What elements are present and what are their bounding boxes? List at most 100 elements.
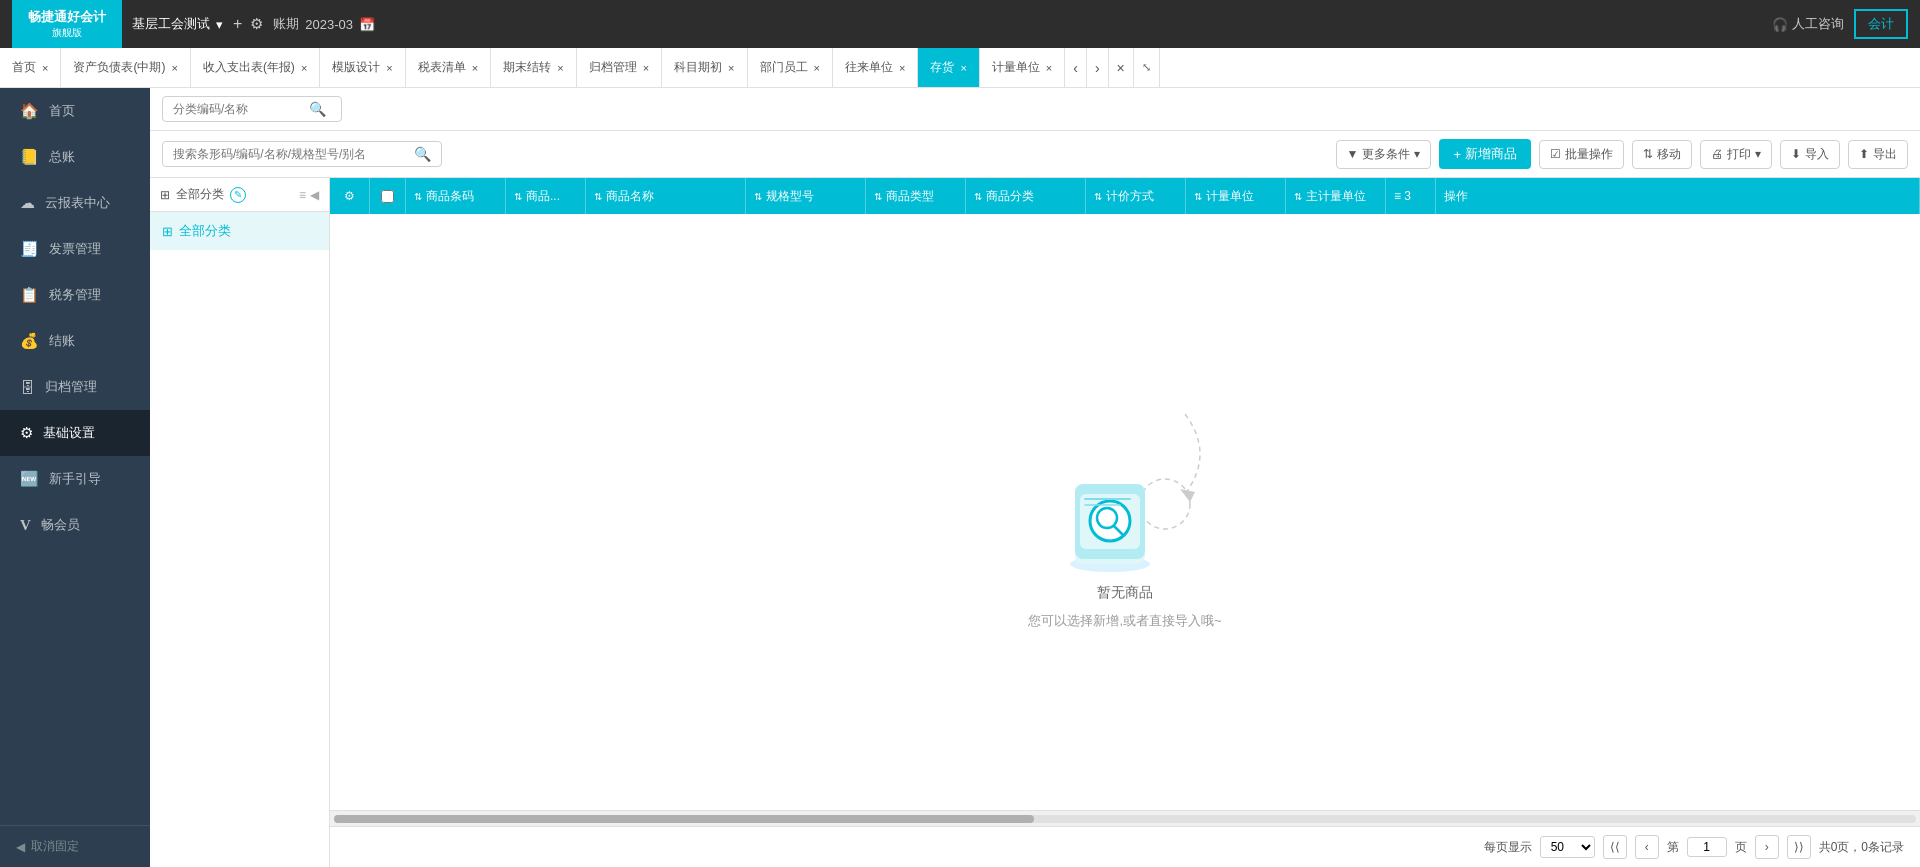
category-search-input[interactable]	[173, 102, 303, 116]
product-search-input[interactable]	[173, 147, 408, 161]
tab-close-icon[interactable]: ×	[171, 62, 177, 74]
tab-balance-sheet[interactable]: 资产负债表(中期) ×	[61, 48, 190, 88]
filter-icon: ▼	[1347, 147, 1359, 161]
th-price-method[interactable]: ⇅ 计价方式	[1086, 178, 1186, 214]
logo: 畅捷通好会计 旗舰版	[12, 0, 122, 48]
th-unit[interactable]: ⇅ 计量单位	[1186, 178, 1286, 214]
tab-close-icon[interactable]: ×	[42, 62, 48, 74]
tab-scroll-left[interactable]: ‹	[1065, 48, 1087, 88]
tab-taxform[interactable]: 税表清单 ×	[406, 48, 491, 88]
tab-scroll-right[interactable]: ›	[1087, 48, 1109, 88]
project-selector[interactable]: 基层工会测试 ▾	[132, 15, 223, 33]
th-category[interactable]: ⇅ 商品分类	[966, 178, 1086, 214]
tab-subject-init[interactable]: 科目期初 ×	[662, 48, 747, 88]
th-main-unit[interactable]: ⇅ 主计量单位	[1286, 178, 1386, 214]
th-settings[interactable]: ⚙	[330, 178, 370, 214]
sidebar-collapse[interactable]: ◀ 取消固定	[0, 825, 150, 867]
batch-ops-button[interactable]: ☑ 批量操作	[1539, 140, 1624, 169]
sidebar-item-home[interactable]: 🏠 首页	[0, 88, 150, 134]
tab-template[interactable]: 模版设计 ×	[320, 48, 405, 88]
tab-close-icon[interactable]: ×	[557, 62, 563, 74]
sidebar-item-basic[interactable]: ⚙ 基础设置	[0, 410, 150, 456]
tab-close-icon[interactable]: ×	[301, 62, 307, 74]
expand-icon[interactable]: ≡	[299, 188, 306, 202]
sidebar-item-ledger[interactable]: 📒 总账	[0, 134, 150, 180]
sidebar-item-member[interactable]: V 畅会员	[0, 502, 150, 548]
sidebar-label: 新手引导	[49, 470, 101, 488]
category-search-box[interactable]: 🔍	[162, 96, 342, 122]
tab-inventory[interactable]: 存货 ×	[918, 48, 979, 88]
sidebar-item-invoice[interactable]: 🧾 发票管理	[0, 226, 150, 272]
move-button[interactable]: ⇅ 移动	[1632, 140, 1692, 169]
project-name: 基层工会测试	[132, 15, 210, 33]
chevron-down-icon: ▾	[1755, 147, 1761, 161]
tab-close-icon[interactable]: ×	[960, 62, 966, 74]
export-label: 导出	[1873, 146, 1897, 163]
tab-home[interactable]: 首页 ×	[0, 48, 61, 88]
tab-unit[interactable]: 计量单位 ×	[980, 48, 1065, 88]
horizontal-scrollbar[interactable]	[330, 810, 1920, 826]
sidebar-item-guide[interactable]: 🆕 新手引导	[0, 456, 150, 502]
import-button[interactable]: ⬇ 导入	[1780, 140, 1840, 169]
tab-close-icon[interactable]: ×	[1046, 62, 1052, 74]
sidebar-item-tax[interactable]: 📋 税务管理	[0, 272, 150, 318]
export-button[interactable]: ⬆ 导出	[1848, 140, 1908, 169]
empty-state: 暂无商品 您可以选择新增,或者直接导入哦~	[330, 214, 1920, 810]
consult-button[interactable]: 🎧 人工咨询	[1772, 15, 1844, 33]
add-tab-button[interactable]: +	[233, 15, 242, 33]
grid-icon: ⊞	[160, 188, 170, 202]
search-icon: 🔍	[309, 101, 326, 117]
tab-contacts[interactable]: 往来单位 ×	[833, 48, 918, 88]
tab-close-icon[interactable]: ×	[899, 62, 905, 74]
settings-icon[interactable]: ⚙	[250, 15, 263, 33]
tab-archive[interactable]: 归档管理 ×	[577, 48, 662, 88]
scrollbar-track[interactable]	[334, 815, 1916, 823]
account-button[interactable]: 会计	[1854, 9, 1908, 39]
scrollbar-thumb[interactable]	[334, 815, 1034, 823]
tab-department[interactable]: 部门员工 ×	[748, 48, 833, 88]
tab-close-icon[interactable]: ×	[643, 62, 649, 74]
next-page-button[interactable]: ›	[1755, 835, 1779, 859]
prev-page-button[interactable]: ‹	[1635, 835, 1659, 859]
move-label: 移动	[1657, 146, 1681, 163]
select-all-checkbox[interactable]	[381, 190, 394, 203]
tab-expand[interactable]: ⤡	[1134, 48, 1160, 88]
tab-close-all[interactable]: ×	[1109, 48, 1134, 88]
last-page-button[interactable]: ⟩⟩	[1787, 835, 1811, 859]
sidebar-item-reports[interactable]: ☁ 云报表中心	[0, 180, 150, 226]
edit-icon[interactable]: ✎	[230, 187, 246, 203]
tab-period-transfer[interactable]: 期末结转 ×	[491, 48, 576, 88]
page-number-input[interactable]	[1687, 837, 1727, 857]
th-check[interactable]	[370, 178, 406, 214]
th-type[interactable]: ⇅ 商品类型	[866, 178, 966, 214]
first-page-button[interactable]: ⟨⟨	[1603, 835, 1627, 859]
th-barcode[interactable]: ⇅ 商品条码	[406, 178, 506, 214]
col-label: 计量单位	[1206, 188, 1254, 205]
col-label: 操作	[1444, 188, 1468, 205]
sidebar-item-archive[interactable]: 🗄 归档管理	[0, 364, 150, 410]
product-search-box[interactable]: 🔍	[162, 141, 442, 167]
th-spec[interactable]: ⇅ 规格型号	[746, 178, 866, 214]
th-col3[interactable]: ≡ 3	[1386, 178, 1436, 214]
print-button[interactable]: 🖨 打印 ▾	[1700, 140, 1772, 169]
more-conditions-button[interactable]: ▼ 更多条件 ▾	[1336, 140, 1432, 169]
page-size-select[interactable]: 50 10 20 100	[1540, 836, 1595, 858]
category-all[interactable]: ⊞ 全部分类	[150, 212, 329, 250]
add-icon: +	[1453, 147, 1461, 162]
sidebar-label: 结账	[49, 332, 75, 350]
page-end-label: 页	[1735, 839, 1747, 856]
tab-close-icon[interactable]: ×	[814, 62, 820, 74]
tab-income[interactable]: 收入支出表(年报) ×	[191, 48, 320, 88]
sidebar-item-settle[interactable]: 💰 结账	[0, 318, 150, 364]
tab-close-icon[interactable]: ×	[472, 62, 478, 74]
col-label: 商品名称	[606, 188, 654, 205]
tab-close-icon[interactable]: ×	[728, 62, 734, 74]
tab-close-icon[interactable]: ×	[386, 62, 392, 74]
th-code[interactable]: ⇅ 商品...	[506, 178, 586, 214]
calendar-icon[interactable]: 📅	[359, 17, 375, 32]
category-header: ⊞ 全部分类 ✎ ≡ ◀	[150, 178, 329, 212]
batch-icon: ☑	[1550, 147, 1561, 161]
th-name[interactable]: ⇅ 商品名称	[586, 178, 746, 214]
collapse-panel-icon[interactable]: ◀	[310, 188, 319, 202]
add-product-button[interactable]: + 新增商品	[1439, 139, 1531, 169]
